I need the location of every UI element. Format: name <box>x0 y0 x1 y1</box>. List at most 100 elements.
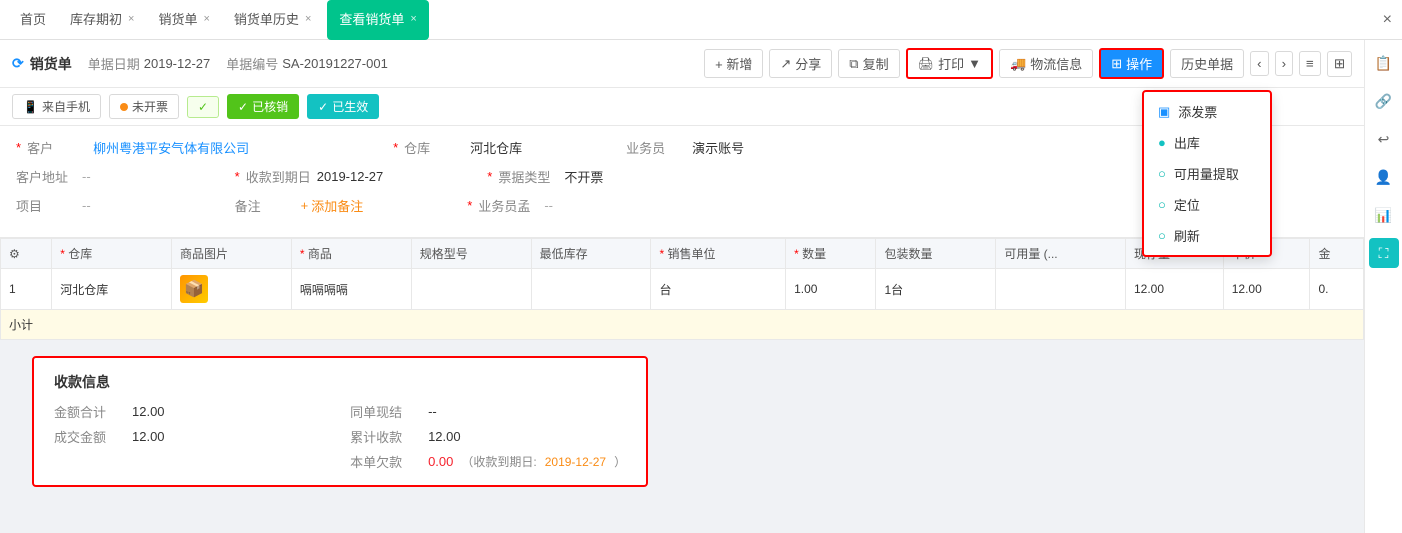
print-label: 打印 <box>938 54 964 73</box>
new-button[interactable]: + 新增 <box>704 49 763 78</box>
table-row: 1 河北仓库 📦 嗝嗝嗝嗝 台 1.00 1台 12.00 12.00 <box>1 269 1364 310</box>
available-extract-item[interactable]: ○ 可用量提取 <box>1144 158 1270 189</box>
check-button[interactable]: ✓ <box>187 96 219 118</box>
share-button[interactable]: ↗ 分享 <box>769 49 832 78</box>
doc-date-value: 2019-12-27 <box>144 56 211 71</box>
sales-staff-label: 业务员孟 <box>478 196 538 215</box>
extract-label: 可用量提取 <box>1174 164 1239 183</box>
tab-inventory-init[interactable]: 库存期初 × <box>58 0 146 40</box>
copy-button[interactable]: ⧉ 复制 <box>838 49 899 78</box>
total-amount-item: 金额合计 12.00 <box>54 402 330 421</box>
tab-sales-history[interactable]: 销货单历史 × <box>222 0 323 40</box>
current-arrears-item: 本单欠款 0.00 （收款到期日: 2019-12-27 ） <box>350 452 626 471</box>
not-open-button[interactable]: 未开票 <box>109 94 179 119</box>
nav-next-button[interactable]: › <box>1275 51 1293 76</box>
tab-home[interactable]: 首页 <box>8 0 58 40</box>
cumulative-value: 12.00 <box>428 429 461 444</box>
customer-value[interactable]: 柳州粤港平安气体有限公司 <box>93 138 249 157</box>
same-order-value: -- <box>428 404 437 419</box>
transaction-item: 成交金额 12.00 <box>54 427 330 446</box>
add-note-button[interactable]: + 添加备注 <box>301 196 364 215</box>
operation-dropdown: ▣ 添发票 ● 出库 ○ 可用量提取 ○ 定位 ○ 刷新 <box>1142 90 1272 257</box>
print-dropdown-arrow[interactable]: ▼ <box>968 56 981 71</box>
doc-number-field: 单据编号 SA-20191227-001 <box>226 54 388 73</box>
refresh-label: 刷新 <box>1174 226 1200 245</box>
address-value: -- <box>82 169 91 184</box>
operation-button[interactable]: ⊞ 操作 <box>1099 48 1164 79</box>
refresh-item[interactable]: ○ 刷新 <box>1144 220 1270 251</box>
nav-prev-button[interactable]: ‹ <box>1250 51 1268 76</box>
outbound-item[interactable]: ● 出库 <box>1144 127 1270 158</box>
tab-inventory-close[interactable]: × <box>128 13 134 25</box>
tab-view-sales[interactable]: 查看销货单 × <box>327 0 428 40</box>
refresh-icon: ○ <box>1158 228 1166 243</box>
check-icon: ✓ <box>198 100 208 114</box>
address-field: 客户地址 -- <box>16 167 91 186</box>
payment-due-label: （收款到期日: <box>461 453 536 470</box>
payment-date-field: * 收款到期日 2019-12-27 <box>235 167 384 186</box>
tab-view-close[interactable]: × <box>410 13 416 25</box>
add-invoice-label: 添发票 <box>1178 102 1217 121</box>
clipboard-icon: 📋 <box>1375 55 1392 72</box>
print-button[interactable]: 🖨 打印 ▼ <box>906 48 993 79</box>
logistics-button[interactable]: 🚚 物流信息 <box>999 49 1093 78</box>
row-price: 12.00 <box>1223 269 1310 310</box>
doc-icon: ⟳ <box>12 55 24 72</box>
view-list-button[interactable]: ≡ <box>1299 51 1321 76</box>
summary-box: 收款信息 金额合计 12.00 同单现结 -- 成交金额 12.00 <box>32 356 648 487</box>
sidebar-icon-return[interactable]: ↩ <box>1369 124 1399 154</box>
history-button[interactable]: 历史单据 <box>1170 49 1244 78</box>
staff-label: 业务员 <box>626 138 686 157</box>
col-spec: 规格型号 <box>411 239 531 269</box>
warehouse-label: 仓库 <box>404 138 464 157</box>
cancelled-button[interactable]: ✓ 已核销 <box>227 94 299 119</box>
payment-date-value: 2019-12-27 <box>317 169 384 184</box>
ticket-type-required-star: * <box>487 169 492 184</box>
outbound-label: 出库 <box>1174 133 1200 152</box>
window-close-button[interactable]: × <box>1383 11 1392 29</box>
cumulative-label: 累计收款 <box>350 427 420 446</box>
ticket-type-label: 票据类型 <box>498 167 558 186</box>
tab-inventory-label: 库存期初 <box>70 9 122 28</box>
sidebar-icon-link[interactable]: 🔗 <box>1369 86 1399 116</box>
effective-button[interactable]: ✓ 已生效 <box>307 94 379 119</box>
tab-sales-close[interactable]: × <box>203 13 209 25</box>
tab-sales-order[interactable]: 销货单 × <box>146 0 221 40</box>
summary-rows: 金额合计 12.00 同单现结 -- 成交金额 12.00 累计收款 12.00 <box>54 402 626 471</box>
warehouse-value: 河北仓库 <box>470 138 522 157</box>
col-min-stock: 最低库存 <box>531 239 651 269</box>
sidebar-icon-clipboard[interactable]: 📋 <box>1369 48 1399 78</box>
locate-item[interactable]: ○ 定位 <box>1144 189 1270 220</box>
right-sidebar: 📋 🔗 ↩ 👤 📊 ⛶ <box>1364 40 1402 533</box>
row-index: 1 <box>1 269 52 310</box>
sidebar-icon-expand[interactable]: ⛶ <box>1369 238 1399 268</box>
doc-title-section: ⟳ 销货单 <box>12 54 72 74</box>
gear-icon: ⚙ <box>9 247 20 261</box>
cancelled-label: 已核销 <box>252 98 288 115</box>
check-cancelled-icon: ✓ <box>238 100 248 114</box>
customer-required-star: * <box>16 140 21 155</box>
payment-date-label: 收款到期日 <box>246 167 311 186</box>
doc-header: ⟳ 销货单 单据日期 2019-12-27 单据编号 SA-20191227-0… <box>0 40 1364 88</box>
arrears-value: 0.00 <box>428 454 453 469</box>
effective-label: 已生效 <box>332 98 368 115</box>
ticket-type-value: 不开票 <box>564 167 603 186</box>
locate-label: 定位 <box>1174 195 1200 214</box>
sidebar-icon-chart[interactable]: 📊 <box>1369 200 1399 230</box>
tab-history-close[interactable]: × <box>305 13 311 25</box>
staff-field: 业务员 演示账号 <box>626 138 744 157</box>
col-gear[interactable]: ⚙ <box>1 239 52 269</box>
locate-icon: ○ <box>1158 197 1166 212</box>
tab-history-label: 销货单历史 <box>234 9 299 28</box>
link-icon: 🔗 <box>1375 93 1392 110</box>
col-amount: 金 <box>1310 239 1364 269</box>
add-invoice-item[interactable]: ▣ 添发票 <box>1144 96 1270 127</box>
sidebar-icon-user[interactable]: 👤 <box>1369 162 1399 192</box>
cumulative-payment-item: 累计收款 12.00 <box>350 427 626 446</box>
from-phone-button[interactable]: 📱 来自手机 <box>12 94 101 119</box>
summary-section: 收款信息 金额合计 12.00 同单现结 -- 成交金额 12.00 <box>0 340 1364 503</box>
sales-staff-field: * 业务员孟 -- <box>467 196 553 215</box>
view-grid-button[interactable]: ⊞ <box>1327 51 1352 77</box>
header-actions: + 新增 ↗ 分享 ⧉ 复制 🖨 打印 ▼ 🚚 物流信息 <box>704 48 1352 79</box>
same-order-label: 同单现结 <box>350 402 420 421</box>
